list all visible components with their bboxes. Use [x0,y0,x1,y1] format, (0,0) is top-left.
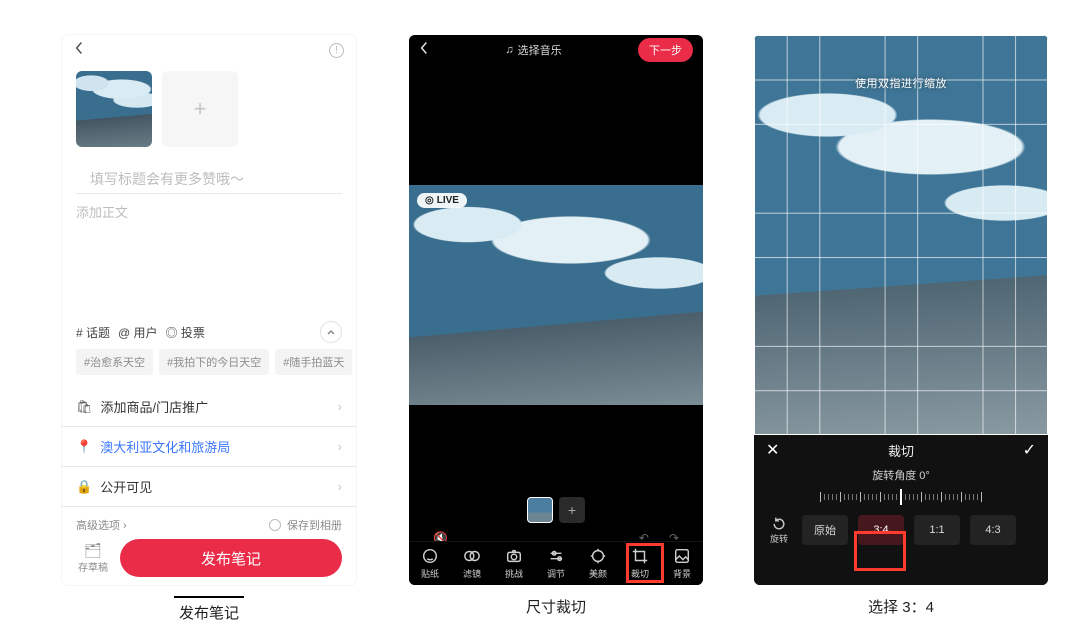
caption-1: 发布笔记 [62,596,356,623]
filter-icon [463,547,481,565]
media-preview[interactable]: LIVE [409,185,703,405]
tool-beauty[interactable]: 美颜 [580,547,616,580]
bag-icon: 🛍 [76,399,93,415]
tool-sticker[interactable]: 贴纸 [412,547,448,580]
ratio-4-3[interactable]: 4:3 [970,515,1016,545]
chevron-right-icon: › [338,479,342,494]
background-icon [673,547,691,565]
advanced-options[interactable]: 高级选项 › [76,517,127,533]
next-button[interactable]: 下一步 [638,38,693,62]
aspect-ratio-row: 旋转 原始 3:4 1:1 4:3 [754,515,1048,545]
save-draft-button[interactable]: 🗂 存草稿 [76,542,110,574]
pinch-hint: 使用双指进行缩放 [754,75,1048,91]
row-label: 添加商品/门店推广 [101,397,209,416]
row-goods[interactable]: 🛍 添加商品/门店推广 › [62,387,356,427]
body-input[interactable]: 添加正文 [62,194,356,229]
ratio-1-1[interactable]: 1:1 [914,515,960,545]
save-to-album-toggle[interactable]: 保存到相册 [269,517,342,533]
chevron-right-icon: › [338,399,342,414]
row-label: 澳大利亚文化和旅游局 [100,437,230,456]
location-icon: 📍 [76,439,92,455]
row-label: 公开可见 [100,477,152,496]
panel-title: 裁切 [888,441,914,460]
chevron-up-icon[interactable] [320,321,342,343]
tool-adjust[interactable]: 调节 [538,547,574,580]
insert-vote[interactable]: ◎ 投票 [166,324,205,341]
topic-chip[interactable]: #治愈系天空 [76,349,153,375]
add-media-button[interactable]: + [559,497,585,523]
crop-canvas[interactable]: 使用双指进行缩放 [754,35,1048,435]
topbar: ! [62,35,356,65]
title-input[interactable]: 填写标题会有更多赞哦～ [76,157,342,194]
sliders-icon [547,547,565,565]
back-icon[interactable] [74,41,84,60]
info-icon[interactable]: ! [329,43,344,58]
topbar: ♫选择音乐 下一步 [409,35,703,65]
topic-chip[interactable]: #随手拍蓝天 [275,349,352,375]
edit-toolbar: 贴纸 滤镜 挑战 调节 美颜 裁切 背景 [409,541,703,585]
topic-chip[interactable]: #我拍下的今日天空 [159,349,269,375]
media-thumb[interactable] [76,71,152,147]
crop-screen: 使用双指进行缩放 ✕ 裁切 ✓ 旋转角度 0° 旋转 原始 3:4 1 [754,35,1048,585]
lock-icon: 🔒 [76,479,92,495]
publish-bar: 🗂 存草稿 发布笔记 [62,539,356,577]
draft-icon: 🗂 [76,542,110,559]
highlight-box [854,531,906,571]
advanced-row: 高级选项 › 保存到相册 [62,507,356,543]
row-location[interactable]: 📍 澳大利亚文化和旅游局 › [62,427,356,467]
insert-options: # 话题 @ 用户 ◎ 投票 [62,315,356,349]
media-selector: + [409,497,703,523]
caption-3: 选择 3：4 [754,596,1048,617]
suggested-topics: #治愈系天空 #我拍下的今日天空 #随手拍蓝天 #蓝天 [62,349,356,375]
caption-2: 尺寸裁切 [409,596,703,617]
row-visibility[interactable]: 🔒 公开可见 › [62,467,356,507]
publish-note-screen: ! + 填写标题会有更多赞哦～ 添加正文 # 话题 @ 用户 ◎ 投票 #治愈系… [62,35,356,585]
tool-challenge[interactable]: 挑战 [496,547,532,580]
crop-panel: ✕ 裁切 ✓ 旋转角度 0° 旋转 原始 3:4 1:1 4:3 [754,435,1048,585]
insert-user[interactable]: @ 用户 [118,324,158,341]
edit-media-screen: ♫选择音乐 下一步 LIVE + 🔇 ↶ ↷ 贴纸 滤镜 挑战 调节 美颜 裁切… [409,35,703,585]
back-icon[interactable] [419,41,429,60]
confirm-icon[interactable]: ✓ [1023,440,1036,460]
insert-topic[interactable]: # 话题 [76,324,110,341]
choose-music-button[interactable]: ♫选择音乐 [435,42,632,58]
media-thumb[interactable] [527,497,553,523]
close-icon[interactable]: ✕ [766,440,779,460]
sparkle-icon [589,547,607,565]
tool-filter[interactable]: 滤镜 [454,547,490,580]
camera-icon [505,547,523,565]
ratio-original[interactable]: 原始 [802,515,848,545]
tool-bg[interactable]: 背景 [664,547,700,580]
sticker-icon [421,547,439,565]
rotation-readout: 旋转角度 0° [754,467,1048,483]
rotate-button[interactable]: 旋转 [766,516,792,545]
live-badge: LIVE [417,193,467,208]
publish-button[interactable]: 发布笔记 [120,539,342,577]
highlight-box [626,543,664,583]
crop-frame[interactable] [754,35,1048,435]
chevron-right-icon: › [338,439,342,454]
music-icon: ♫ [505,44,513,56]
media-thumbs: + [62,71,356,147]
add-media-button[interactable]: + [162,71,238,147]
rotation-slider[interactable] [754,485,1048,509]
